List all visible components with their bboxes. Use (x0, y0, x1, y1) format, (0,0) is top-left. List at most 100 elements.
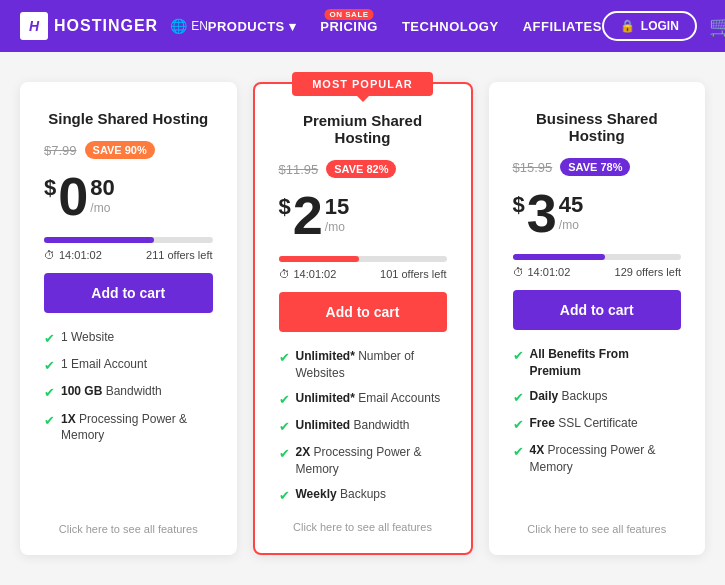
nav-products[interactable]: PRODUCTS ▾ (208, 19, 296, 34)
card-business-decimal: 45 /mo (559, 186, 583, 232)
card-single-offers-left: 211 offers left (146, 249, 212, 261)
card-business-big-price: $ 3 45 /mo (513, 186, 682, 240)
list-item: ✔ Free SSL Certificate (513, 415, 682, 434)
feature-text: Unlimited Bandwidth (296, 417, 410, 434)
dollar-sign: $ (513, 186, 525, 218)
card-single-decimal: 80 /mo (90, 169, 114, 215)
card-business-progress-row (513, 254, 682, 260)
card-premium-see-features[interactable]: Click here to see all features (279, 521, 447, 533)
card-business-timer-value: 14:01:02 (528, 266, 571, 278)
card-premium-decimal: 15 /mo (325, 188, 349, 234)
card-business-save-badge: SAVE 78% (560, 158, 630, 176)
card-business-see-features[interactable]: Click here to see all features (513, 523, 682, 535)
feature-text: Free SSL Certificate (530, 415, 638, 432)
nav-affiliates[interactable]: AFFILIATES (523, 19, 602, 34)
list-item: ✔ Unlimited Bandwidth (279, 417, 447, 436)
nav-technology-label: TECHNOLOGY (402, 19, 499, 34)
card-business-progress-fill (513, 254, 606, 260)
check-icon: ✔ (513, 443, 524, 461)
dollar-sign: $ (44, 169, 56, 201)
logo-area: H HOSTINGER (20, 12, 158, 40)
card-premium-progress-row (279, 256, 447, 262)
card-business-timer-row: ⏱ 14:01:02 129 offers left (513, 266, 682, 278)
main-content: MOST POPULAR Single Shared Hosting $7.99… (0, 52, 725, 585)
card-business: Business Shared Hosting $15.95 SAVE 78% … (489, 82, 706, 555)
timer-icon: ⏱ (44, 249, 55, 261)
feature-text: 1X Processing Power & Memory (61, 411, 213, 445)
card-premium-title: Premium Shared Hosting (279, 112, 447, 146)
check-icon: ✔ (44, 330, 55, 348)
list-item: ✔ Unlimited* Number of Websites (279, 348, 447, 382)
lang-label: EN (191, 19, 208, 33)
main-nav: PRODUCTS ▾ ON SALE PRICING TECHNOLOGY AF… (208, 19, 602, 34)
card-single-price-int: 0 (58, 169, 88, 223)
list-item: ✔ Daily Backups (513, 388, 682, 407)
card-single-progress-fill (44, 237, 154, 243)
card-single: Single Shared Hosting $7.99 SAVE 90% $ 0… (20, 82, 237, 555)
card-premium-offers-left: 101 offers left (380, 268, 446, 280)
check-icon: ✔ (44, 384, 55, 402)
card-single-progress-row (44, 237, 213, 243)
card-single-price-row: $7.99 SAVE 90% (44, 141, 213, 159)
card-premium-price-int: 2 (293, 188, 323, 242)
list-item: ✔ All Benefits From Premium (513, 346, 682, 380)
card-premium-add-cart-button[interactable]: Add to cart (279, 292, 447, 332)
card-business-add-cart-button[interactable]: Add to cart (513, 290, 682, 330)
card-business-offers-left: 129 offers left (615, 266, 681, 278)
feature-text: 1 Website (61, 329, 114, 346)
card-business-price-int: 3 (527, 186, 557, 240)
login-label: LOGIN (641, 19, 679, 33)
card-single-see-features[interactable]: Click here to see all features (44, 523, 213, 535)
cart-icon[interactable]: 🛒 2 (709, 14, 725, 38)
feature-text: 1 Email Account (61, 356, 147, 373)
logo-icon: H (20, 12, 48, 40)
card-single-add-cart-button[interactable]: Add to cart (44, 273, 213, 313)
card-premium-timer-value: 14:01:02 (294, 268, 337, 280)
check-icon: ✔ (279, 445, 290, 463)
card-premium-features: ✔ Unlimited* Number of Websites ✔ Unlimi… (279, 348, 447, 505)
card-single-features: ✔ 1 Website ✔ 1 Email Account ✔ 100 GB B… (44, 329, 213, 444)
card-premium-price-dec: 15 (325, 196, 349, 218)
card-business-timer: ⏱ 14:01:02 (513, 266, 571, 278)
timer-icon: ⏱ (279, 268, 290, 280)
card-business-per-mo: /mo (559, 218, 583, 232)
feature-text: Daily Backups (530, 388, 608, 405)
check-icon: ✔ (44, 357, 55, 375)
list-item: ✔ 1X Processing Power & Memory (44, 411, 213, 445)
feature-text: 4X Processing Power & Memory (530, 442, 682, 476)
check-icon: ✔ (513, 389, 524, 407)
feature-text: Weekly Backups (296, 486, 387, 503)
list-item: ✔ 1 Email Account (44, 356, 213, 375)
most-popular-badge: MOST POPULAR (292, 72, 433, 96)
login-button[interactable]: 🔒 LOGIN (602, 11, 697, 41)
list-item: ✔ 2X Processing Power & Memory (279, 444, 447, 478)
lock-icon: 🔒 (620, 19, 635, 33)
check-icon: ✔ (279, 487, 290, 505)
card-premium-price-row: $11.95 SAVE 82% (279, 160, 447, 178)
card-premium: Premium Shared Hosting $11.95 SAVE 82% $… (253, 82, 473, 555)
feature-text: Unlimited* Number of Websites (296, 348, 447, 382)
card-premium-big-price: $ 2 15 /mo (279, 188, 447, 242)
card-premium-per-mo: /mo (325, 220, 349, 234)
logo-text[interactable]: HOSTINGER (54, 17, 158, 35)
nav-technology[interactable]: TECHNOLOGY (402, 19, 499, 34)
nav-affiliates-label: AFFILIATES (523, 19, 602, 34)
card-premium-timer: ⏱ 14:01:02 (279, 268, 337, 280)
timer-icon: ⏱ (513, 266, 524, 278)
feature-text: 2X Processing Power & Memory (296, 444, 447, 478)
check-icon: ✔ (44, 412, 55, 430)
card-premium-timer-row: ⏱ 14:01:02 101 offers left (279, 268, 447, 280)
list-item: ✔ 4X Processing Power & Memory (513, 442, 682, 476)
language-selector[interactable]: 🌐 EN (170, 18, 208, 34)
feature-text: Unlimited* Email Accounts (296, 390, 441, 407)
card-business-original-price: $15.95 (513, 160, 553, 175)
card-single-timer: ⏱ 14:01:02 (44, 249, 102, 261)
card-premium-original-price: $11.95 (279, 162, 319, 177)
check-icon: ✔ (279, 391, 290, 409)
popular-badge-row: MOST POPULAR (20, 72, 705, 96)
card-business-price-row: $15.95 SAVE 78% (513, 158, 682, 176)
card-business-price-dec: 45 (559, 194, 583, 216)
nav-pricing[interactable]: ON SALE PRICING (320, 19, 378, 34)
pricing-cards: Single Shared Hosting $7.99 SAVE 90% $ 0… (20, 82, 705, 555)
card-business-features: ✔ All Benefits From Premium ✔ Daily Back… (513, 346, 682, 476)
